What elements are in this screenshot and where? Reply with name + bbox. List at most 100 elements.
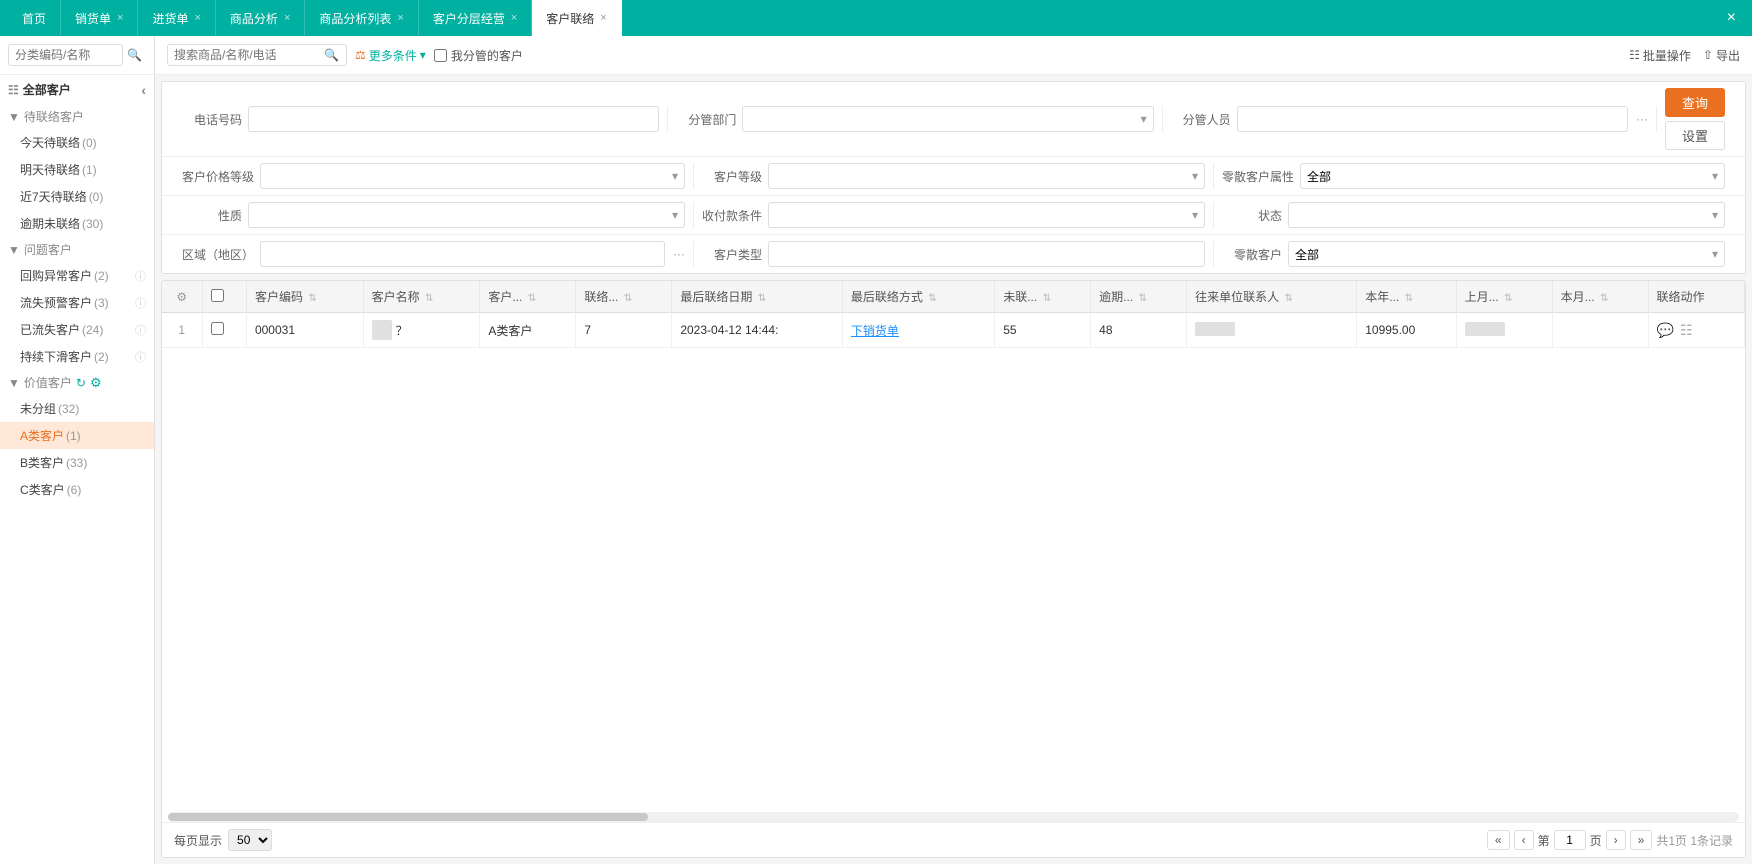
th-last-contact-date[interactable]: 最后联络日期 ⇅ [672,281,843,313]
settings-value-icon[interactable]: ⚙ [90,375,102,391]
all-customers-header[interactable]: ☷ 全部客户 ‹ [0,75,154,104]
th-name[interactable]: 客户名称 ⇅ [363,281,480,313]
sidebar-item-churned[interactable]: 已流失客户 (24) ⓘ [0,316,154,343]
customer-type-input[interactable] [768,241,1205,267]
th-last-month[interactable]: 上月... ⇅ [1456,281,1552,313]
nav-sales-order[interactable]: 销货单 × [61,0,138,36]
nature-select[interactable]: ▾ [248,202,685,228]
customer-level-select[interactable]: ▾ [768,163,1205,189]
th-contact-count[interactable]: 联络... ⇅ [576,281,672,313]
prev-page-btn[interactable]: ‹ [1514,830,1534,850]
close-customer-contact[interactable]: × [600,12,606,24]
th-this-year[interactable]: 本年... ⇅ [1357,281,1456,313]
sidebar-item-tomorrow-pending[interactable]: 明天待联络 (1) [0,156,154,183]
payment-select[interactable]: ▾ [768,202,1205,228]
page-size-select[interactable]: 50 [228,829,272,851]
close-all-tabs[interactable]: × [1719,9,1744,27]
td-last-contact-method[interactable]: 下销货单 [842,313,994,348]
th-checkbox[interactable] [202,281,246,313]
retail-attr-select[interactable]: 全部 ▾ [1300,163,1725,189]
next-page-btn[interactable]: › [1606,830,1626,850]
nav-customer-segment[interactable]: 客户分层经营 × [419,0,532,36]
chevron-down-icon-3: ▾ [1192,169,1198,183]
qr-icon[interactable]: ☷ [1680,322,1693,339]
price-level-select[interactable]: ▾ [260,163,685,189]
th-unit-contact[interactable]: 往来单位联系人 ⇅ [1187,281,1357,313]
sidebar-item-class-b[interactable]: B类客户 (33) [0,449,154,476]
main-search-input[interactable] [174,48,324,62]
nav-home[interactable]: 首页 [8,0,61,36]
th-code[interactable]: 客户编码 ⇅ [246,281,363,313]
chevron-down-icon-6: ▾ [1192,208,1198,222]
th-overdue[interactable]: 逾期... ⇅ [1091,281,1187,313]
horizontal-scrollbar[interactable] [168,812,1739,822]
td-overdue: 48 [1091,313,1187,348]
scroll-thumb[interactable] [168,813,648,821]
th-not-contacted[interactable]: 未联... ⇅ [995,281,1091,313]
td-checkbox[interactable] [202,313,246,348]
refresh-icon[interactable]: ↻ [76,376,86,390]
retail-customer-select[interactable]: 全部 ▾ [1288,241,1725,267]
sidebar-search-input[interactable] [8,44,123,66]
filter-cell-customer-type: 客户类型 [694,241,1214,267]
td-customer-type: A类客户 [480,313,576,348]
region-input[interactable] [260,241,665,267]
first-page-btn[interactable]: « [1487,830,1510,850]
value-customers-group[interactable]: ▼ 价值客户 ↻ ⚙ [0,370,154,395]
pending-contact-group[interactable]: ▼ 待联络客户 [0,104,154,129]
nav-purchase-order[interactable]: 进货单 × [138,0,215,36]
td-index: 1 [162,313,202,348]
th-last-contact-method[interactable]: 最后联络方式 ⇅ [842,281,994,313]
th-customer-type[interactable]: 客户... ⇅ [480,281,576,313]
query-button[interactable]: 查询 [1665,88,1725,117]
batch-operation-btn[interactable]: ☷ 批量操作 [1629,47,1691,64]
sort-icon-date: ⇅ [758,293,766,304]
nav-customer-contact[interactable]: 客户联络 × [532,0,621,36]
sort-icon-code: ⇅ [308,293,316,304]
close-purchase-order[interactable]: × [194,12,200,24]
close-product-analysis[interactable]: × [284,12,290,24]
sidebar-item-today-pending[interactable]: 今天待联络 (0) [0,129,154,156]
region-label: 区域（地区） [182,246,254,263]
sort-icon-last-month: ⇅ [1504,293,1512,304]
select-all-checkbox[interactable] [211,289,224,302]
sidebar-item-class-c[interactable]: C类客户 (6) [0,476,154,503]
sidebar-item-unclassified[interactable]: 未分组 (32) [0,395,154,422]
filter-cell-retail-attr: 零散客户属性 全部 ▾ [1214,163,1733,189]
pagination-right: « ‹ 第 页 › » 共1页 1条记录 [1487,830,1733,850]
nav-product-analysis[interactable]: 商品分析 × [216,0,305,36]
sidebar-item-overdue-contact[interactable]: 逾期未联络 (30) [0,210,154,237]
sidebar-item-churn-warning[interactable]: 流失预警客户 (3) ⓘ [0,289,154,316]
expand-triangle-3: ▼ [8,376,20,390]
region-more-icon[interactable]: ··· [673,247,685,261]
setting-button[interactable]: 设置 [1665,121,1725,150]
main-search-icon[interactable]: 🔍 [324,48,339,62]
nav-product-analysis-list[interactable]: 商品分析列表 × [305,0,418,36]
close-product-analysis-list[interactable]: × [397,12,403,24]
sidebar-item-repurchase-abnormal[interactable]: 回购异常客户 (2) ⓘ [0,262,154,289]
status-select[interactable]: ▾ [1288,202,1725,228]
close-sales-order[interactable]: × [117,12,123,24]
my-customers-checkbox[interactable] [434,49,447,62]
sidebar-item-declining[interactable]: 持续下滑客户 (2) ⓘ [0,343,154,370]
sidebar-item-7days-pending[interactable]: 近7天待联络 (0) [0,183,154,210]
close-customer-segment[interactable]: × [511,12,517,24]
manager-more-icon[interactable]: ··· [1636,112,1648,126]
phone-input[interactable] [248,106,659,132]
last-page-btn[interactable]: » [1630,830,1653,850]
problem-customers-group[interactable]: ▼ 问题客户 [0,237,154,262]
more-conditions-btn[interactable]: ⚖ 更多条件 ▾ [355,47,426,64]
sidebar-search-icon[interactable]: 🔍 [127,48,142,62]
th-this-month[interactable]: 本月... ⇅ [1552,281,1648,313]
td-last-month [1456,313,1552,348]
total-info: 共1页 1条记录 [1656,832,1733,849]
th-settings[interactable]: ⚙ [162,281,202,313]
export-btn[interactable]: ⇧ 导出 [1703,47,1740,64]
row-checkbox[interactable] [211,322,224,335]
dept-select[interactable]: ▾ [742,106,1153,132]
sidebar-item-class-a[interactable]: A类客户 (1) [0,422,154,449]
manager-input[interactable] [1237,106,1628,132]
page-number-input[interactable] [1554,830,1586,850]
chat-icon[interactable]: 💬 [1657,322,1674,339]
chevron-down-icon-8: ▾ [1712,247,1718,261]
